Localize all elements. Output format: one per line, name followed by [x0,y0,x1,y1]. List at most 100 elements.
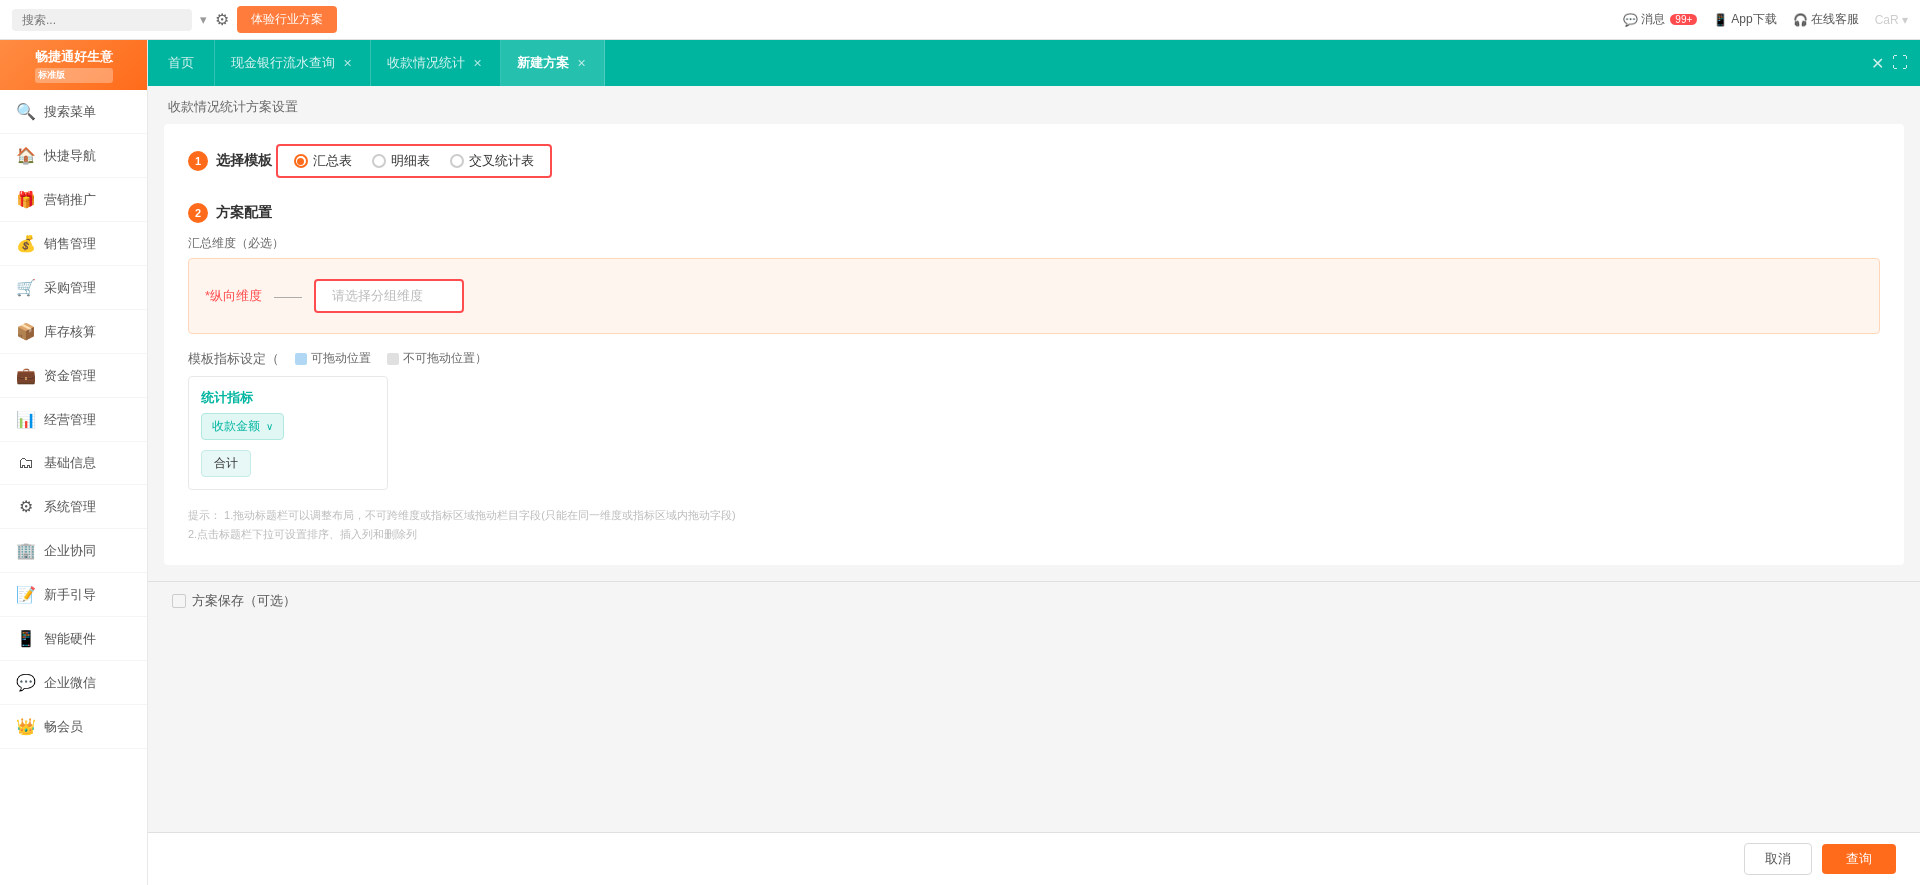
trial-button[interactable]: 体验行业方案 [237,6,337,33]
save-checkbox-text: 方案保存（可选） [192,592,296,610]
top-bar-left: ▾ ⚙ 体验行业方案 [12,6,1615,33]
service-item[interactable]: 🎧 在线客服 [1793,11,1859,28]
radio-detail-circle [372,154,386,168]
wechat-icon: 💬 [16,673,36,692]
sidebar-item-label: 营销推广 [44,191,96,209]
step2-num: 2 [188,203,208,223]
sidebar-item-enterprise[interactable]: 🏢 企业协同 [0,529,147,573]
sidebar-item-finance[interactable]: 💼 资金管理 [0,354,147,398]
tab-bank-label: 现金银行流水查询 [231,54,335,72]
message-item[interactable]: 💬 消息 99+ [1623,11,1697,28]
tab-stat[interactable]: 收款情况统计 ✕ [371,40,501,86]
tip-2: 2.点击标题栏下拉可设置排序、插入列和删除列 [188,525,1880,545]
dropdown-icon[interactable]: ▾ [200,12,207,27]
indicator-header: 模板指标设定（ 可拖动位置 不可拖动位置） [188,350,1880,368]
service-label: 在线客服 [1811,11,1859,28]
message-badge: 99+ [1670,14,1697,25]
settings-icon[interactable]: ⚙ [215,10,229,29]
home-icon: 🏠 [16,146,36,165]
tab-new-plan-close[interactable]: ✕ [575,57,588,70]
sidebar-item-label: 基础信息 [44,454,96,472]
user-avatar[interactable]: CaR ▾ [1875,13,1908,27]
radio-summary[interactable]: 汇总表 [294,152,352,170]
maximize-button[interactable]: ⛶ [1892,54,1908,72]
non-draggable-label: 不可拖动位置） [387,350,487,367]
tab-home[interactable]: 首页 [148,40,215,86]
step1-title: 选择模板 [216,152,272,170]
sidebar-item-search[interactable]: 🔍 搜索菜单 [0,90,147,134]
dimension-area: *纵向维度 —— 请选择分组维度 [188,258,1880,334]
draggable-label: 可拖动位置 [295,350,371,367]
stat-tag-row: 收款金额 ∨ [201,413,375,440]
crown-icon: 👑 [16,717,36,736]
bottom-bar: 方案保存（可选） [148,581,1920,620]
sidebar-item-label: 资金管理 [44,367,96,385]
radio-cross-circle [450,154,464,168]
save-checkbox[interactable] [172,594,186,608]
close-window-button[interactable]: ✕ [1871,54,1884,73]
box-icon: 📦 [16,322,36,341]
sidebar-item-label: 搜索菜单 [44,103,96,121]
sidebar-item-guide[interactable]: 📝 新手引导 [0,573,147,617]
sales-icon: 💰 [16,234,36,253]
content-area: 收款情况统计方案设置 1 选择模板 汇总表 [148,86,1920,832]
message-icon: 💬 [1623,13,1638,27]
sidebar-item-inventory[interactable]: 📦 库存核算 [0,310,147,354]
sidebar-item-label: 快捷导航 [44,147,96,165]
tab-bank-close[interactable]: ✕ [341,57,354,70]
stat-tag-amount[interactable]: 收款金额 ∨ [201,413,284,440]
step2-label: 2 方案配置 [188,203,272,223]
search-input[interactable] [12,9,192,31]
breadcrumb-text: 收款情况统计方案设置 [168,99,298,114]
footer-bar: 取消 查询 [148,832,1920,885]
tip-1: 提示： 1.拖动标题栏可以调整布局，不可跨维度或指标区域拖动栏目字段(只能在同一… [188,506,1880,526]
guide-icon: 📝 [16,585,36,604]
sidebar-item-purchase[interactable]: 🛒 采购管理 [0,266,147,310]
tab-stat-label: 收款情况统计 [387,54,465,72]
sidebar-item-label: 畅会员 [44,718,83,736]
sidebar-item-marketing[interactable]: 🎁 营销推广 [0,178,147,222]
sidebar-item-basic[interactable]: 🗂 基础信息 [0,442,147,485]
step2-title: 方案配置 [216,204,272,222]
template-selection-box: 汇总表 明细表 交叉统计表 [276,144,552,178]
step1-section: 1 选择模板 汇总表 明细表 [188,144,1880,183]
dim-section-label: 汇总维度（必选） [188,235,1880,252]
stat-tag-label: 收款金额 [212,418,260,435]
sidebar-item-label: 库存核算 [44,323,96,341]
main-card: 1 选择模板 汇总表 明细表 [164,124,1904,565]
non-draggable-dot [387,353,399,365]
sidebar-item-member[interactable]: 👑 畅会员 [0,705,147,749]
cancel-button[interactable]: 取消 [1744,843,1812,875]
dim-arrow: —— [274,288,302,304]
dim-row: *纵向维度 —— 请选择分组维度 [205,279,1863,313]
draggable-text: 可拖动位置 [311,350,371,367]
sidebar-item-system[interactable]: ⚙ 系统管理 [0,485,147,529]
chart-icon: 📊 [16,410,36,429]
query-button[interactable]: 查询 [1822,844,1896,874]
sidebar-item-quick-nav[interactable]: 🏠 快捷导航 [0,134,147,178]
search-icon: 🔍 [16,102,36,121]
tab-new-plan[interactable]: 新建方案 ✕ [501,40,605,86]
gift-icon: 🎁 [16,190,36,209]
indicator-label: 模板指标设定（ [188,350,279,368]
tab-bank[interactable]: 现金银行流水查询 ✕ [215,40,371,86]
sidebar-item-wechat[interactable]: 💬 企业微信 [0,661,147,705]
radio-detail[interactable]: 明细表 [372,152,430,170]
logo-text: 畅捷通好生意 [35,48,113,66]
sidebar-item-hardware[interactable]: 📱 智能硬件 [0,617,147,661]
sidebar-item-sales[interactable]: 💰 销售管理 [0,222,147,266]
save-checkbox-label[interactable]: 方案保存（可选） [172,592,296,610]
sidebar-item-operation[interactable]: 📊 经营管理 [0,398,147,442]
folder-icon: 🗂 [16,454,36,472]
logo-sub: 标准版 [35,68,113,83]
radio-cross[interactable]: 交叉统计表 [450,152,534,170]
dim-select-box[interactable]: 请选择分组维度 [314,279,464,313]
sidebar-item-label: 企业微信 [44,674,96,692]
sidebar-item-label: 系统管理 [44,498,96,516]
app-download-item[interactable]: 📱 App下载 [1713,11,1776,28]
tips-section: 提示： 1.拖动标题栏可以调整布局，不可跨维度或指标区域拖动栏目字段(只能在同一… [188,506,1880,546]
cart-icon: 🛒 [16,278,36,297]
tab-stat-close[interactable]: ✕ [471,57,484,70]
sidebar: 畅捷通好生意 标准版 🔍 搜索菜单 🏠 快捷导航 🎁 营销推广 💰 销售管理 🛒… [0,40,148,885]
message-label: 消息 [1641,11,1665,28]
